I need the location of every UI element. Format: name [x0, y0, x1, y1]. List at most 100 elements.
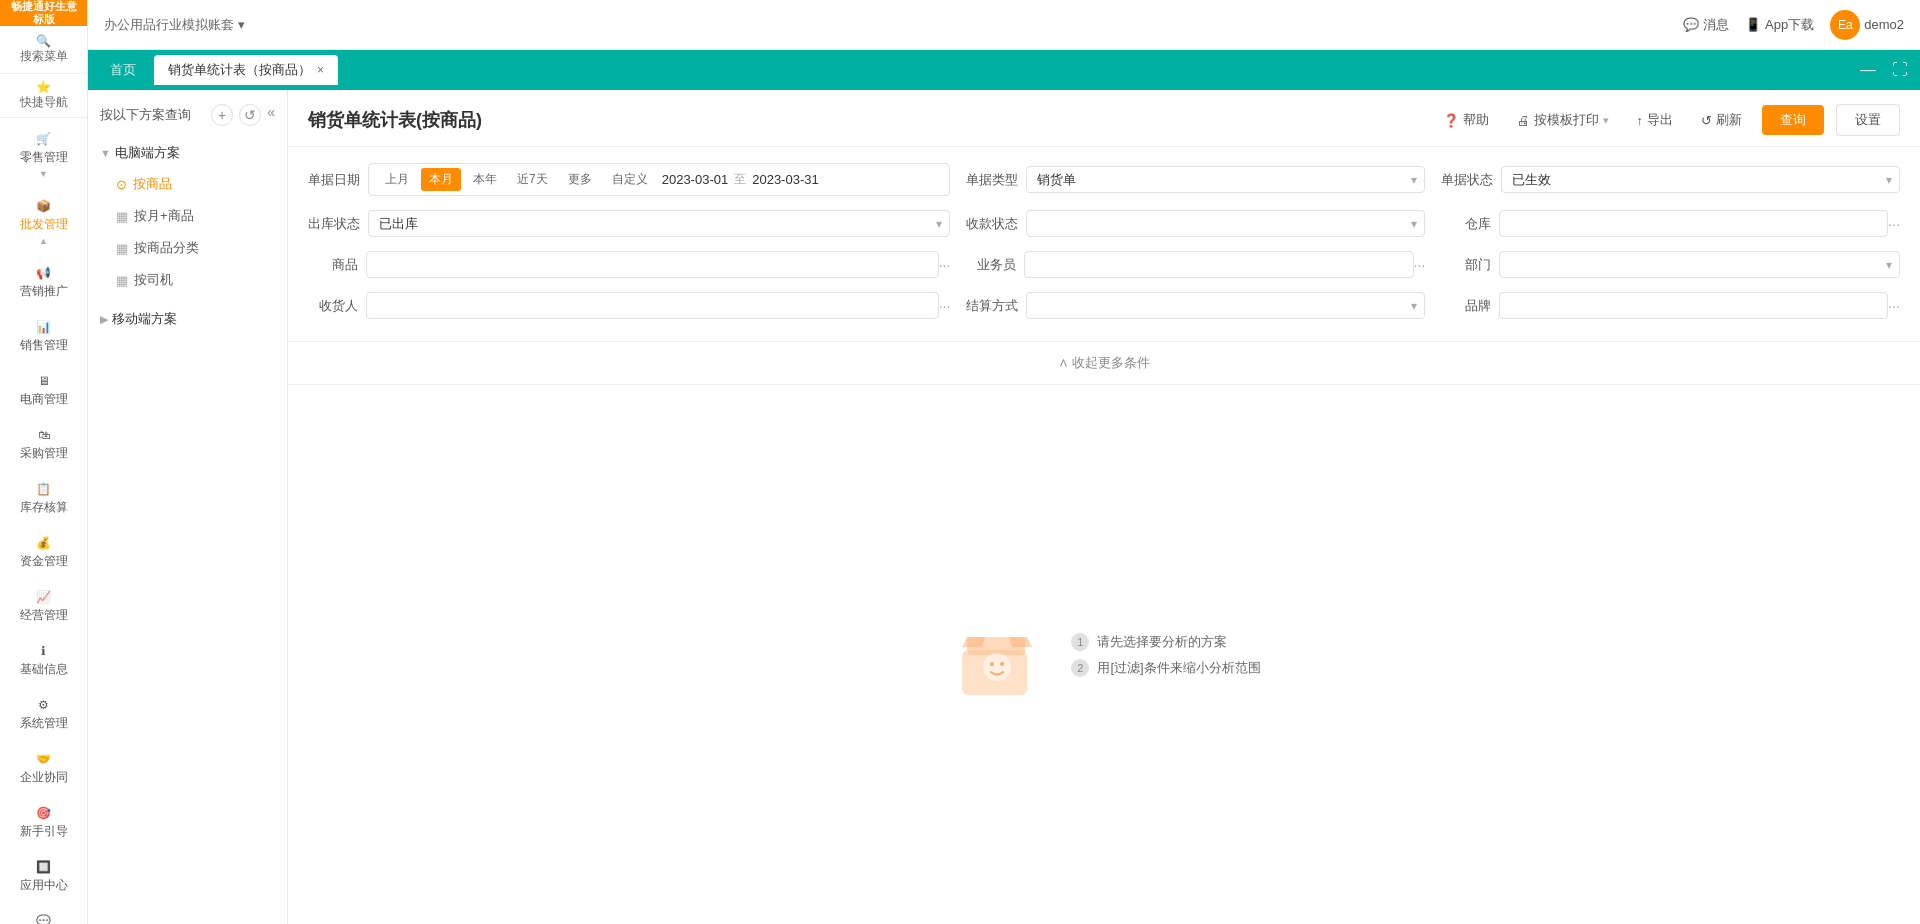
- quick-nav-icon: ⭐: [0, 80, 87, 94]
- sidebar-item-marketing[interactable]: 📢 营销推广: [0, 256, 87, 310]
- by-category-icon: ▦: [116, 241, 128, 256]
- inventory-icon: 📋: [36, 482, 51, 496]
- filter-panel-title: 按以下方案查询: [100, 106, 191, 124]
- salesman-dots-btn[interactable]: ···: [1414, 257, 1426, 273]
- filter-sub-by-driver[interactable]: ▦ 按司机: [88, 264, 287, 296]
- tab-bar-actions: — ⛶: [1856, 57, 1912, 83]
- warehouse-dots-btn[interactable]: ···: [1888, 216, 1900, 232]
- date-range-picker[interactable]: 上月 本月 本年 近7天 更多 自定义 2023-03-01 至 2023-03…: [368, 163, 950, 196]
- type-select[interactable]: 销货单: [1026, 166, 1425, 193]
- app-download-btn[interactable]: 📱 App下载: [1745, 16, 1814, 34]
- quick-nav[interactable]: ⭐ 快捷导航: [0, 74, 87, 118]
- out-status-select[interactable]: 已出库: [368, 210, 950, 237]
- goods-dots-btn[interactable]: ···: [939, 257, 951, 273]
- settings-button[interactable]: 设置: [1836, 104, 1900, 136]
- salesman-wrap: ···: [1024, 251, 1425, 278]
- main-area: 办公用品行业模拟账套 ▾ 💬 消息 📱 App下载 Ea demo2 首页: [88, 0, 1920, 924]
- sales-icon: 📊: [36, 320, 51, 334]
- empty-svg: [947, 605, 1047, 705]
- svg-point-6: [1000, 662, 1004, 666]
- sidebar-item-finance[interactable]: 💰 资金管理: [0, 526, 87, 580]
- collapse-filters-btn[interactable]: ∧ 收起更多条件: [1046, 350, 1163, 376]
- tab-expand-btn[interactable]: ⛶: [1888, 57, 1912, 83]
- filter-refresh-btn[interactable]: ↺: [239, 104, 261, 126]
- sidebar-search[interactable]: 🔍 搜索菜单: [0, 26, 87, 74]
- tab-home-label: 首页: [110, 61, 136, 79]
- type-select-wrap: 销货单 ▾: [1026, 166, 1425, 193]
- hint-text-2: 用[过滤]条件来缩小分析范围: [1097, 659, 1260, 677]
- date-tab-last-month[interactable]: 上月: [377, 168, 417, 191]
- receiver-dots-btn[interactable]: ···: [939, 298, 951, 314]
- message-btn[interactable]: 💬 消息: [1683, 16, 1729, 34]
- help-btn[interactable]: ❓ 帮助: [1435, 107, 1497, 133]
- help-icon: ❓: [1443, 113, 1459, 128]
- date-tab-this-year[interactable]: 本年: [465, 168, 505, 191]
- by-product-icon: ⊙: [116, 177, 127, 192]
- date-tabs: 上月 本月 本年 近7天 更多 自定义: [377, 168, 656, 191]
- type-field: 单据类型 销货单 ▾: [966, 166, 1425, 193]
- sidebar-item-app-center[interactable]: 🔲 应用中心: [0, 850, 87, 904]
- brand-dots-btn[interactable]: ···: [1888, 298, 1900, 314]
- user-profile[interactable]: Ea demo2: [1830, 10, 1904, 40]
- filter-row-4: 收货人 ··· 结算方式 ▾ 品牌: [308, 292, 1900, 319]
- search-icon: 🔍: [6, 34, 81, 48]
- sidebar-item-system[interactable]: ⚙ 系统管理: [0, 688, 87, 742]
- payment-input[interactable]: [1026, 292, 1425, 319]
- tab-active[interactable]: 销货单统计表（按商品） ×: [154, 55, 338, 85]
- recv-status-input[interactable]: [1026, 210, 1425, 237]
- receiver-field: 收货人 ···: [308, 292, 950, 319]
- svg-marker-3: [1009, 637, 1032, 647]
- date-tab-custom[interactable]: 自定义: [604, 168, 656, 191]
- enterprise-icon: 🤝: [36, 752, 51, 766]
- sidebar-item-wechat[interactable]: 💬 企业微信: [0, 904, 87, 924]
- date-tab-more[interactable]: 更多: [560, 168, 600, 191]
- industry-label: 办公用品行业模拟账套: [104, 16, 234, 34]
- sidebar-item-operations[interactable]: 📈 经营管理: [0, 580, 87, 634]
- sidebar-item-guide[interactable]: 🎯 新手引导: [0, 796, 87, 850]
- export-btn[interactable]: ↑ 导出: [1629, 107, 1682, 133]
- user-name: demo2: [1864, 17, 1904, 32]
- inventory-label: 库存核算: [20, 499, 68, 516]
- print-btn[interactable]: 🖨 按模板打印 ▾: [1509, 107, 1617, 133]
- by-month-product-icon: ▦: [116, 209, 128, 224]
- wholesale-label: 批发管理: [20, 216, 68, 233]
- print-arrow: ▾: [1603, 114, 1609, 127]
- sidebar-item-inventory[interactable]: 📋 库存核算: [0, 472, 87, 526]
- sidebar-item-ecommerce[interactable]: 🖥 电商管理: [0, 364, 87, 418]
- filter-sub-by-product[interactable]: ⊙ 按商品: [88, 168, 287, 200]
- sidebar-item-retail[interactable]: 🛒 零售管理 ▼: [0, 122, 87, 189]
- finance-label: 资金管理: [20, 553, 68, 570]
- sidebar-item-purchase[interactable]: 🛍 采购管理: [0, 418, 87, 472]
- warehouse-input[interactable]: [1499, 210, 1888, 237]
- industry-selector[interactable]: 办公用品行业模拟账套 ▾: [104, 16, 245, 34]
- dept-input[interactable]: [1499, 251, 1900, 278]
- tab-minimize-btn[interactable]: —: [1856, 57, 1880, 83]
- filter-add-btn[interactable]: +: [211, 104, 233, 126]
- salesman-label: 业务员: [966, 256, 1016, 274]
- refresh-btn[interactable]: ↺ 刷新: [1693, 107, 1750, 133]
- by-month-product-label: 按月+商品: [134, 207, 194, 225]
- filter-sub-by-product-category[interactable]: ▦ 按商品分类: [88, 232, 287, 264]
- app-logo[interactable]: 畅捷通好生意 标版: [0, 0, 87, 26]
- receiver-input[interactable]: [366, 292, 939, 319]
- main-content: 销货单统计表(按商品) ❓ 帮助 🖨 按模板打印 ▾ ↑ 导出: [288, 90, 1920, 924]
- brand-input[interactable]: [1499, 292, 1888, 319]
- tab-close-icon[interactable]: ×: [317, 63, 324, 77]
- goods-input[interactable]: [366, 251, 939, 278]
- sidebar-item-basic-info[interactable]: ℹ 基础信息: [0, 634, 87, 688]
- salesman-input[interactable]: [1024, 251, 1413, 278]
- query-button[interactable]: 查询: [1762, 105, 1824, 135]
- filter-collapse-btn[interactable]: «: [267, 104, 275, 126]
- filter-group-pc-header[interactable]: ▼ 电脑端方案: [88, 138, 287, 168]
- sidebar-item-sales[interactable]: 📊 销售管理: [0, 310, 87, 364]
- date-tab-this-month[interactable]: 本月: [421, 168, 461, 191]
- filter-sub-by-month-product[interactable]: ▦ 按月+商品: [88, 200, 287, 232]
- message-icon: 💬: [1683, 17, 1699, 32]
- filter-group-mobile-header[interactable]: ▶ 移动端方案: [88, 304, 287, 334]
- status-select[interactable]: 已生效: [1501, 166, 1900, 193]
- tab-home[interactable]: 首页: [96, 55, 150, 85]
- date-tab-7days[interactable]: 近7天: [509, 168, 556, 191]
- sidebar-item-enterprise[interactable]: 🤝 企业协同: [0, 742, 87, 796]
- sidebar-item-wholesale[interactable]: 📦 批发管理 ▲: [0, 189, 87, 256]
- top-header: 办公用品行业模拟账套 ▾ 💬 消息 📱 App下载 Ea demo2: [88, 0, 1920, 50]
